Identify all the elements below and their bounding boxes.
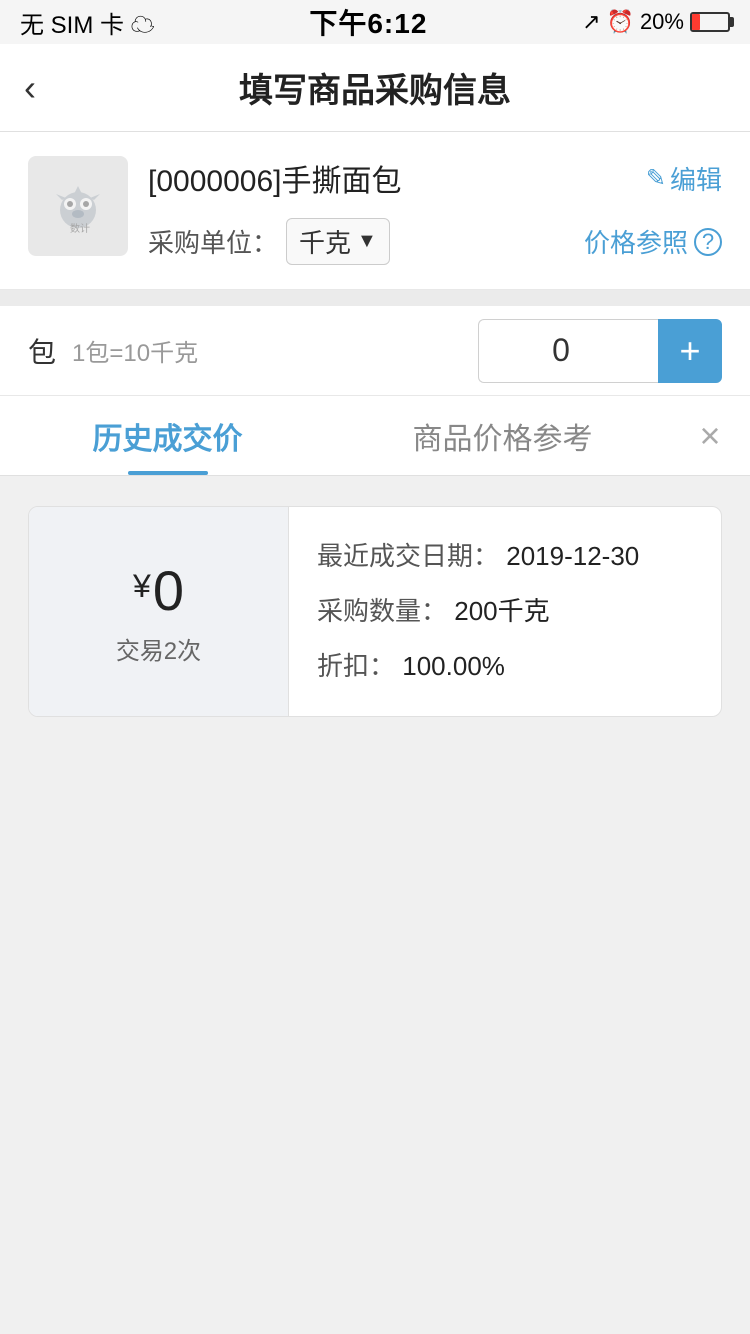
trade-card: ¥ 0 交易2次 最近成交日期： 2019-12-30 采购数量： 200千克 … (28, 506, 722, 717)
tab-close-button[interactable]: × (670, 396, 750, 475)
purchase-unit-row: 采购单位： 千克 ▼ 价格参照 ? (148, 218, 722, 265)
discount-value: 100.00% (402, 651, 505, 681)
date-value: 2019-12-30 (506, 541, 639, 571)
trade-price: ¥ 0 (133, 558, 184, 623)
unit-left: 采购单位： 千克 ▼ (148, 218, 390, 265)
unit-label-text: 采购单位： (148, 223, 278, 260)
quantity-plus-button[interactable]: + (658, 319, 722, 383)
status-right: ↗ ⏰ 20% (582, 9, 730, 35)
tab-price-ref[interactable]: 商品价格参考 (335, 396, 670, 475)
unit-value: 千克 (299, 223, 351, 260)
help-icon: ? (694, 228, 722, 256)
quantity-input[interactable] (478, 319, 658, 383)
back-button[interactable]: ‹ (24, 67, 36, 109)
trade-card-left: ¥ 0 交易2次 (29, 507, 289, 716)
tab-history-label: 历史成交价 (93, 414, 243, 458)
alarm-icon: ⏰ (607, 9, 634, 35)
section-divider (0, 290, 750, 306)
unit-equiv-label: 1包=10千克 (72, 333, 478, 368)
status-time: 下午6:12 (309, 2, 427, 42)
qty-label: 采购数量： (317, 596, 447, 626)
battery-icon (690, 12, 730, 32)
qty-value: 200千克 (454, 596, 549, 626)
discount-label: 折扣： (317, 651, 395, 681)
status-bar: 无 SIM 卡 ☁ 下午6:12 ↗ ⏰ 20% (0, 0, 750, 44)
package-unit-label: 包 (28, 331, 56, 371)
tab-price-label: 商品价格参考 (413, 414, 593, 458)
trade-detail-discount: 折扣： 100.00% (317, 647, 693, 686)
currency-symbol: ¥ (133, 568, 151, 605)
trade-card-right: 最近成交日期： 2019-12-30 采购数量： 200千克 折扣： 100.0… (289, 507, 721, 716)
product-name: [0000006]手撕面包 (148, 156, 401, 200)
price-ref-label: 价格参照 (584, 223, 688, 260)
page-title: 填写商品采购信息 (239, 63, 511, 112)
tabs-container: 历史成交价 商品价格参考 × (0, 396, 750, 476)
trade-count: 交易2次 (116, 631, 201, 666)
product-info: [0000006]手撕面包 ✎ 编辑 采购单位： 千克 ▼ 价格参照 ? (148, 156, 722, 265)
unit-select[interactable]: 千克 ▼ (286, 218, 390, 265)
price-ref-button[interactable]: 价格参照 ? (584, 223, 722, 260)
edit-label: 编辑 (670, 160, 722, 197)
no-sim-label: 无 SIM 卡 ☁ (20, 5, 155, 40)
tab-history-price[interactable]: 历史成交价 (0, 396, 335, 475)
product-logo-icon: 数计 (48, 176, 108, 236)
product-name-row: [0000006]手撕面包 ✎ 编辑 (148, 156, 722, 200)
page-header: ‹ 填写商品采购信息 (0, 44, 750, 132)
product-card: 数计 [0000006]手撕面包 ✎ 编辑 采购单位： 千克 ▼ 价格参照 ? (0, 132, 750, 290)
product-image: 数计 (28, 156, 128, 256)
trade-card-section: ¥ 0 交易2次 最近成交日期： 2019-12-30 采购数量： 200千克 … (0, 476, 750, 1076)
svg-text:数计: 数计 (70, 222, 90, 235)
status-left: 无 SIM 卡 ☁ (20, 5, 155, 40)
battery-percent: 20% (640, 9, 684, 35)
edit-icon: ✎ (646, 164, 666, 193)
dropdown-arrow-icon: ▼ (357, 230, 377, 253)
edit-button[interactable]: ✎ 编辑 (646, 160, 722, 197)
trade-detail-date: 最近成交日期： 2019-12-30 (317, 537, 693, 576)
quantity-input-wrap: + (478, 319, 722, 383)
date-label: 最近成交日期： (317, 541, 499, 571)
trade-detail-qty: 采购数量： 200千克 (317, 592, 693, 631)
quantity-row: 包 1包=10千克 + (0, 306, 750, 396)
location-icon: ↗ (582, 9, 600, 35)
trade-price-value: 0 (153, 558, 184, 623)
